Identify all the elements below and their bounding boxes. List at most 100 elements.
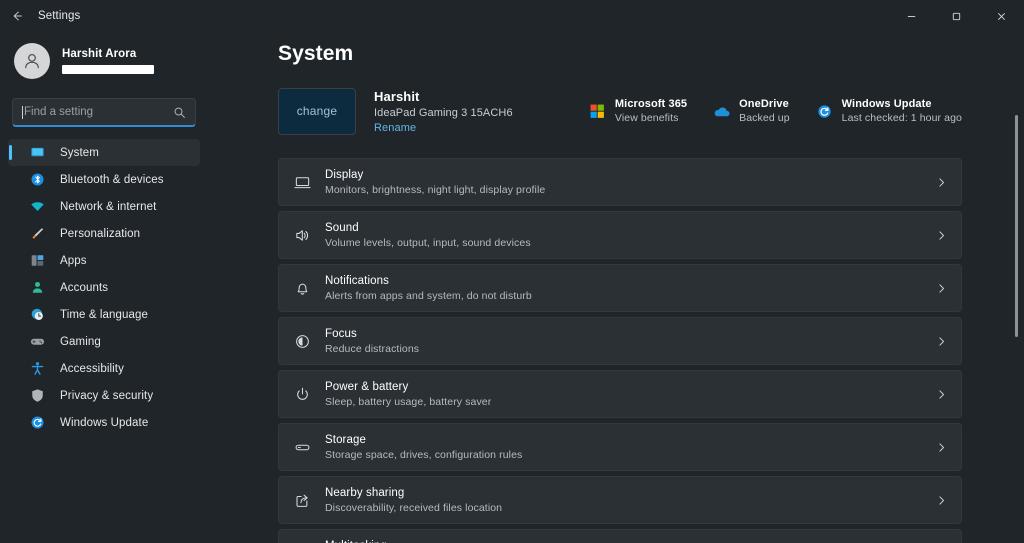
- account-text: Harshit Arora: [62, 48, 154, 74]
- sidebar-item-label: Personalization: [60, 228, 140, 240]
- sidebar-item-label: Gaming: [60, 336, 101, 348]
- monitor-icon: [28, 145, 46, 160]
- device-header: change Harshit IdeaPad Gaming 3 15ACH6 R…: [278, 86, 1024, 136]
- status-text: OneDrive Backed up: [739, 98, 790, 124]
- device-name: Harshit: [374, 89, 513, 104]
- back-button[interactable]: [0, 1, 34, 31]
- status-title: Windows Update: [842, 98, 962, 110]
- device-info: Harshit IdeaPad Gaming 3 15ACH6 Rename: [374, 89, 513, 134]
- settings-row-nearby-sharing[interactable]: Nearby sharing Discoverability, received…: [278, 476, 962, 524]
- change-picture-button[interactable]: change: [278, 88, 356, 135]
- settings-row-notifications[interactable]: Notifications Alerts from apps and syste…: [278, 264, 962, 312]
- status-text: Microsoft 365 View benefits: [615, 98, 687, 124]
- sidebar-item-privacy-security[interactable]: Privacy & security: [8, 382, 200, 409]
- search-input[interactable]: Find a setting: [12, 98, 196, 127]
- minimize-icon: [906, 11, 917, 22]
- change-label: change: [297, 104, 338, 118]
- person-icon: [28, 280, 46, 295]
- settings-row-power-battery[interactable]: Power & battery Sleep, battery usage, ba…: [278, 370, 962, 418]
- gamepad-icon: [28, 334, 46, 349]
- close-button[interactable]: [979, 0, 1024, 32]
- account-email-redacted: [62, 65, 154, 74]
- sidebar-item-label: Network & internet: [60, 201, 156, 213]
- chevron-right-icon: [936, 336, 947, 347]
- maximize-icon: [951, 11, 962, 22]
- main-content: System change Harshit IdeaPad Gaming 3 1…: [208, 32, 1024, 543]
- settings-row-focus[interactable]: Focus Reduce distractions: [278, 317, 962, 365]
- maximize-button[interactable]: [934, 0, 979, 32]
- sidebar-item-label: Time & language: [60, 309, 148, 321]
- sidebar-item-label: System: [60, 147, 99, 159]
- sidebar-item-windows-update[interactable]: Windows Update: [8, 409, 200, 436]
- chevron-right-icon: [936, 283, 947, 294]
- sidebar-item-label: Windows Update: [60, 417, 148, 429]
- sidebar-item-apps[interactable]: Apps: [8, 247, 200, 274]
- settings-row-text: Display Monitors, brightness, night ligh…: [325, 169, 545, 196]
- settings-row-text: Sound Volume levels, output, input, soun…: [325, 222, 531, 249]
- device-model: IdeaPad Gaming 3 15ACH6: [374, 107, 513, 119]
- settings-row-text: Focus Reduce distractions: [325, 328, 419, 355]
- sidebar: Harshit Arora Find a setting: [0, 32, 208, 543]
- chevron-right-icon: [936, 495, 947, 506]
- sidebar-item-time-language[interactable]: Time & language: [8, 301, 200, 328]
- status-subtitle: Backed up: [739, 112, 790, 124]
- settings-row-title: Storage: [325, 434, 522, 446]
- status-microsoft-365[interactable]: Microsoft 365 View benefits: [589, 98, 687, 124]
- bluetooth-icon: [28, 172, 46, 187]
- search-icon: [173, 106, 186, 119]
- settings-row-title: Focus: [325, 328, 419, 340]
- sidebar-item-bluetooth-devices[interactable]: Bluetooth & devices: [8, 166, 200, 193]
- search-wrapper: Find a setting: [12, 98, 196, 127]
- rename-link[interactable]: Rename: [374, 122, 513, 134]
- settings-row-multitasking[interactable]: Multitasking Snap windows, desktops, tas…: [278, 529, 962, 543]
- status-title: Microsoft 365: [615, 98, 687, 110]
- status-widgets: Microsoft 365 View benefits OneDrive: [589, 98, 962, 124]
- onedrive-cloud-icon: [713, 103, 730, 120]
- settings-list: Display Monitors, brightness, night ligh…: [278, 158, 1024, 543]
- microsoft-logo-icon: [589, 103, 606, 120]
- settings-row-storage[interactable]: Storage Storage space, drives, configura…: [278, 423, 962, 471]
- avatar: [14, 43, 50, 79]
- wifi-icon: [28, 199, 46, 214]
- settings-row-text: Storage Storage space, drives, configura…: [325, 434, 522, 461]
- focus-crescent-icon: [291, 333, 313, 350]
- chevron-right-icon: [936, 177, 947, 188]
- sidebar-item-accounts[interactable]: Accounts: [8, 274, 200, 301]
- clock-globe-icon: [28, 307, 46, 322]
- settings-row-subtitle: Monitors, brightness, night light, displ…: [325, 184, 545, 196]
- settings-row-sound[interactable]: Sound Volume levels, output, input, soun…: [278, 211, 962, 259]
- window-body: Harshit Arora Find a setting: [0, 32, 1024, 543]
- content-scrollbar[interactable]: [1015, 115, 1018, 337]
- sidebar-item-accessibility[interactable]: Accessibility: [8, 355, 200, 382]
- status-windows-update[interactable]: Windows Update Last checked: 1 hour ago: [816, 98, 962, 124]
- sidebar-item-network-internet[interactable]: Network & internet: [8, 193, 200, 220]
- settings-row-title: Notifications: [325, 275, 532, 287]
- back-arrow-icon: [10, 9, 24, 23]
- sidebar-item-gaming[interactable]: Gaming: [8, 328, 200, 355]
- settings-row-text: Multitasking Snap windows, desktops, tas…: [325, 540, 516, 543]
- status-text: Windows Update Last checked: 1 hour ago: [842, 98, 962, 124]
- settings-row-subtitle: Reduce distractions: [325, 343, 419, 355]
- settings-row-text: Notifications Alerts from apps and syste…: [325, 275, 532, 302]
- sidebar-item-label: Accounts: [60, 282, 108, 294]
- sidebar-item-personalization[interactable]: Personalization: [8, 220, 200, 247]
- nearby-share-icon: [291, 492, 313, 509]
- window-title: Settings: [38, 10, 80, 22]
- status-subtitle: Last checked: 1 hour ago: [842, 112, 962, 124]
- account-block[interactable]: Harshit Arora: [8, 32, 200, 94]
- settings-row-display[interactable]: Display Monitors, brightness, night ligh…: [278, 158, 962, 206]
- status-onedrive[interactable]: OneDrive Backed up: [713, 98, 790, 124]
- sidebar-item-system[interactable]: System: [8, 139, 200, 166]
- settings-row-title: Display: [325, 169, 545, 181]
- settings-row-title: Sound: [325, 222, 531, 234]
- speaker-icon: [291, 227, 313, 244]
- chevron-right-icon: [936, 389, 947, 400]
- account-name: Harshit Arora: [62, 48, 154, 60]
- minimize-button[interactable]: [889, 0, 934, 32]
- settings-row-subtitle: Sleep, battery usage, battery saver: [325, 396, 491, 408]
- display-monitor-icon: [291, 174, 313, 191]
- settings-window: Settings: [0, 0, 1024, 543]
- settings-row-text: Power & battery Sleep, battery usage, ba…: [325, 381, 491, 408]
- text-caret: [22, 106, 23, 119]
- bell-icon: [291, 280, 313, 297]
